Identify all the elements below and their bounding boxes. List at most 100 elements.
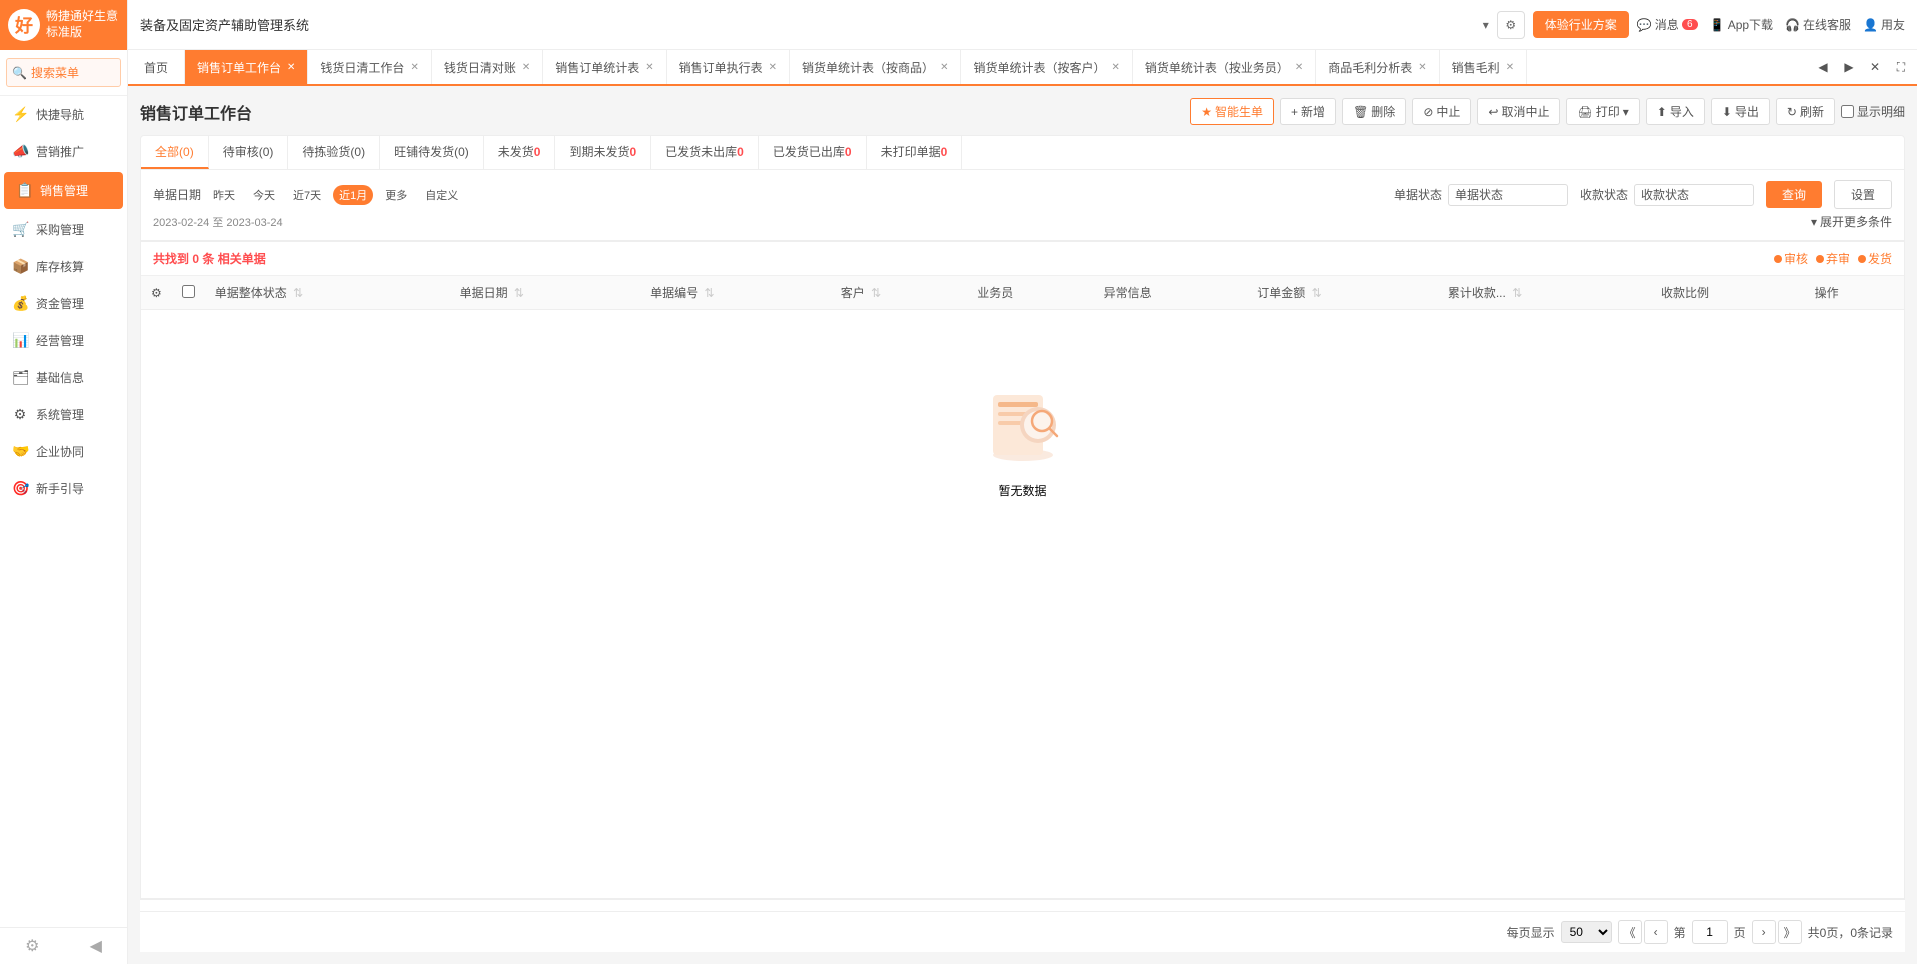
sidebar-item-sales[interactable]: 📋 销售管理 xyxy=(4,172,123,209)
tab-order-exec-close[interactable]: ✕ xyxy=(769,62,777,73)
filter-tab-pending-review[interactable]: 待审核(0) xyxy=(209,136,289,169)
per-page-select[interactable]: 50 100 200 xyxy=(1561,921,1612,943)
industry-btn[interactable]: 体验行业方案 xyxy=(1533,11,1629,38)
tab-sales-workbench[interactable]: 销售订单工作台 ✕ xyxy=(185,50,308,85)
filter-tab-shipped-out[interactable]: 已发货已出库0 xyxy=(759,136,867,169)
date-custom-btn[interactable]: 自定义 xyxy=(419,185,464,205)
sidebar-item-marketing[interactable]: 📣 营销推广 xyxy=(0,133,127,170)
refresh-btn[interactable]: ↻ 刷新 xyxy=(1776,98,1835,125)
filter-tab-pending-check[interactable]: 待拣验货(0) xyxy=(288,136,380,169)
tab-sales-summary-product[interactable]: 销货单统计表（按商品） ✕ xyxy=(790,50,961,85)
sidebar-item-purchase[interactable]: 🛒 采购管理 xyxy=(0,211,127,248)
page-last-btn[interactable]: 》 xyxy=(1778,920,1802,944)
message-btn[interactable]: 💬 消息 6 xyxy=(1637,16,1698,33)
tab-next-btn[interactable]: ▶ xyxy=(1837,55,1861,79)
date-today-btn[interactable]: 今天 xyxy=(247,185,281,205)
date-7days-btn[interactable]: 近7天 xyxy=(287,185,327,205)
topbar-settings-btn[interactable]: ⚙ xyxy=(1497,11,1525,39)
query-btn[interactable]: 查询 xyxy=(1766,181,1822,208)
filter-tab-not-shipped[interactable]: 未发货0 xyxy=(484,136,556,169)
purchase-icon: 🛒 xyxy=(12,221,28,238)
tab-daily-reconcile-close[interactable]: ✕ xyxy=(522,62,530,73)
sidebar-item-system[interactable]: ⚙ 系统管理 xyxy=(0,396,127,433)
col-customer[interactable]: 客户 ⇅ xyxy=(831,276,967,310)
tab-sales-profit[interactable]: 销售毛利 ✕ xyxy=(1440,50,1527,85)
sidebar-item-quick-nav[interactable]: ⚡ 快捷导航 xyxy=(0,96,127,133)
sidebar-settings-icon[interactable]: ⚙ xyxy=(25,936,39,956)
filter-tab-wangpu[interactable]: 旺铺待发货(0) xyxy=(380,136,484,169)
smart-order-btn[interactable]: ★ 智能生单 xyxy=(1190,98,1274,125)
expand-filters-btn[interactable]: ▾ 展开更多条件 xyxy=(1811,213,1892,230)
tab-fullscreen-btn[interactable]: ⛶ xyxy=(1889,55,1913,79)
filter-tab-shipped-not-out[interactable]: 已发货未出库0 xyxy=(651,136,759,169)
tab-daily-clear[interactable]: 钱货日清工作台 ✕ xyxy=(308,50,431,85)
tab-prev-btn[interactable]: ◀ xyxy=(1811,55,1835,79)
tab-daily-reconcile[interactable]: 钱货日清对账 ✕ xyxy=(432,50,543,85)
col-ratio[interactable]: 收款比例 xyxy=(1651,276,1805,310)
tab-close-all-btn[interactable]: ✕ xyxy=(1863,55,1887,79)
col-abnormal[interactable]: 异常信息 xyxy=(1094,276,1248,310)
user-btn[interactable]: 👤 用友 xyxy=(1863,16,1905,33)
page-next-btn[interactable]: › xyxy=(1752,920,1776,944)
tab-home[interactable]: 首页 xyxy=(128,50,185,85)
tab-sales-summary-customer[interactable]: 销货单统计表（按客户） ✕ xyxy=(961,50,1132,85)
set-btn[interactable]: 设置 xyxy=(1834,180,1892,209)
sidebar-item-finance[interactable]: 💰 资金管理 xyxy=(0,285,127,322)
col-amount[interactable]: 订单金额 ⇅ xyxy=(1247,276,1438,310)
sidebar-item-operation[interactable]: 📊 经营管理 xyxy=(0,322,127,359)
sidebar-collapse-icon[interactable]: ◀ xyxy=(90,936,102,956)
sidebar-item-base-info[interactable]: 🗂 基础信息 xyxy=(0,359,127,396)
filter-tab-not-printed[interactable]: 未打印单据0 xyxy=(867,136,963,169)
app-download-btn[interactable]: 📱 App下载 xyxy=(1710,16,1773,33)
system-dropdown[interactable]: ▾ xyxy=(1483,18,1489,32)
tab-sales-workbench-close[interactable]: ✕ xyxy=(287,62,295,73)
horizontal-scrollbar[interactable] xyxy=(140,899,1905,911)
filter-tab-all[interactable]: 全部(0) xyxy=(141,136,209,169)
search-menu-button[interactable]: 🔍 搜索菜单 xyxy=(6,58,121,87)
review-action-btn[interactable]: 审核 xyxy=(1774,250,1808,267)
show-detail-checkbox[interactable] xyxy=(1841,105,1854,118)
tab-sales-summary-staff[interactable]: 销货单统计表（按业务员） ✕ xyxy=(1133,50,1316,85)
select-all-checkbox[interactable] xyxy=(182,285,195,298)
sidebar-item-guide[interactable]: 🎯 新手引导 xyxy=(0,470,127,507)
date-yesterday-btn[interactable]: 昨天 xyxy=(207,185,241,205)
print-btn[interactable]: 🖨 打印 ▾ xyxy=(1566,98,1639,125)
finance-label: 资金管理 xyxy=(36,295,84,312)
cancel-stop-btn[interactable]: ↩ 取消中止 xyxy=(1477,98,1560,125)
tab-sales-summary-customer-close[interactable]: ✕ xyxy=(1111,62,1119,73)
add-btn[interactable]: + 新增 xyxy=(1280,98,1336,125)
col-received[interactable]: 累计收款... ⇅ xyxy=(1438,276,1651,310)
col-status[interactable]: 单据整体状态 ⇅ xyxy=(205,276,450,310)
tab-order-stats-close[interactable]: ✕ xyxy=(645,62,653,73)
tab-order-stats[interactable]: 销售订单统计表 ✕ xyxy=(543,50,666,85)
tab-product-margin-close[interactable]: ✕ xyxy=(1418,62,1426,73)
tab-sales-summary-staff-close[interactable]: ✕ xyxy=(1295,62,1303,73)
filter-tab-overdue[interactable]: 到期未发货0 xyxy=(555,136,651,169)
cancel-review-action-btn[interactable]: 弃审 xyxy=(1816,250,1850,267)
sidebar-item-inventory[interactable]: 📦 库存核算 xyxy=(0,248,127,285)
col-date[interactable]: 单据日期 ⇅ xyxy=(450,276,641,310)
online-service-btn[interactable]: 🎧 在线客服 xyxy=(1785,16,1851,33)
col-staff[interactable]: 业务员 xyxy=(967,276,1093,310)
import-btn[interactable]: ⬆ 导入 xyxy=(1646,98,1705,125)
tab-product-margin[interactable]: 商品毛利分析表 ✕ xyxy=(1316,50,1439,85)
tab-sales-summary-product-close[interactable]: ✕ xyxy=(940,62,948,73)
status-select[interactable]: 单据状态 xyxy=(1448,184,1568,206)
date-1month-btn[interactable]: 近1月 xyxy=(333,185,373,205)
tab-order-exec[interactable]: 销售订单执行表 ✕ xyxy=(667,50,790,85)
ship-action-btn[interactable]: 发货 xyxy=(1858,250,1892,267)
page-prev-btn[interactable]: ‹ xyxy=(1644,920,1668,944)
settings-col-icon[interactable]: ⚙ xyxy=(151,286,162,300)
table-scroll[interactable]: ⚙ 单据整体状态 ⇅ 单据日期 ⇅ xyxy=(141,276,1904,898)
sidebar-item-enterprise[interactable]: 🤝 企业协同 xyxy=(0,433,127,470)
tab-sales-profit-close[interactable]: ✕ xyxy=(1506,62,1514,73)
page-number-input[interactable] xyxy=(1692,920,1728,944)
tab-daily-clear-close[interactable]: ✕ xyxy=(410,62,418,73)
export-btn[interactable]: ⬇ 导出 xyxy=(1711,98,1770,125)
page-first-btn[interactable]: 《 xyxy=(1618,920,1642,944)
stop-btn[interactable]: ⊘ 中止 xyxy=(1412,98,1471,125)
delete-btn[interactable]: 🗑 删除 xyxy=(1342,98,1406,125)
date-more-btn[interactable]: 更多 xyxy=(379,185,413,205)
payment-select[interactable]: 收款状态 xyxy=(1634,184,1754,206)
col-number[interactable]: 单据编号 ⇅ xyxy=(640,276,831,310)
